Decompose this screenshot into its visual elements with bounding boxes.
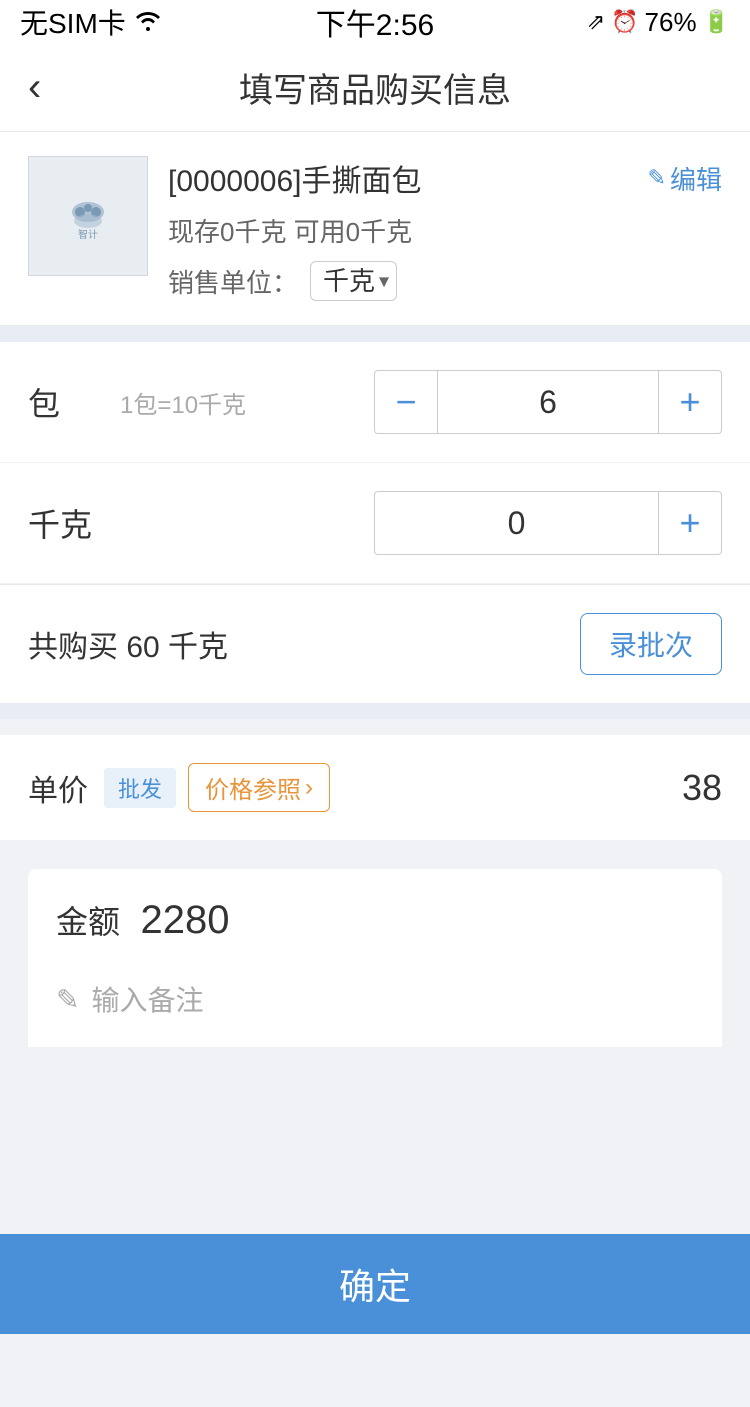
divider-1 (0, 326, 750, 342)
confirm-bar[interactable]: 确定 (0, 1234, 750, 1334)
unit-select-wrap[interactable]: 千克 (310, 261, 397, 301)
price-badge: 批发 (104, 768, 176, 808)
product-name-row: [0000006]手撕面包 ✎ 编辑 (168, 156, 722, 200)
remark-placeholder: 输入备注 (91, 979, 203, 1019)
unit-label: 销售单位： (168, 263, 298, 300)
status-time: 下午2:56 (316, 0, 434, 44)
package-quantity-input[interactable] (438, 370, 658, 434)
unit-select[interactable]: 千克 (310, 261, 397, 301)
carrier-text: 无SIM卡 (20, 2, 126, 42)
package-hint: 1包=10千克 (120, 385, 374, 420)
page-title: 填写商品购买信息 (239, 63, 511, 112)
product-unit-row: 销售单位： 千克 (168, 261, 722, 301)
amount-section: 金额 2280 ✎ 输入备注 (0, 841, 750, 1047)
wifi-icon (134, 6, 162, 38)
divider-2 (0, 703, 750, 719)
battery-icon: 🔋 (703, 9, 730, 35)
price-section: 单价 批发 价格参照 › 38 (0, 735, 750, 841)
price-ref-label: 价格参照 (205, 770, 301, 805)
package-label: 包 (28, 379, 108, 425)
remark-row[interactable]: ✎ 输入备注 (28, 963, 722, 1047)
product-name: [0000006]手撕面包 (168, 156, 421, 200)
status-bar: 无SIM卡 下午2:56 ⇗ ⏰ 76% 🔋 (0, 0, 750, 44)
kg-label: 千克 (28, 500, 108, 546)
pencil-icon: ✎ (56, 983, 79, 1016)
amount-row: 金额 2280 (28, 869, 722, 963)
location-icon: ⇗ (587, 9, 605, 35)
battery-text: 76% (645, 7, 697, 38)
product-stock: 现存0千克 可用0千克 (168, 212, 722, 249)
summary-row: 共购买 60 千克 录批次 (0, 584, 750, 703)
edit-button[interactable]: ✎ 编辑 (648, 160, 722, 197)
kg-quantity-input[interactable] (374, 491, 658, 555)
price-ref-button[interactable]: 价格参照 › (188, 763, 330, 812)
amount-label: 金额 (56, 904, 120, 940)
kg-quantity-row: 千克 + (0, 463, 750, 584)
price-label: 单价 (28, 766, 88, 810)
package-quantity-control: − + (374, 370, 722, 434)
edit-label: 编辑 (670, 160, 722, 197)
edit-icon: ✎ (648, 165, 666, 191)
product-section: 智计 [0000006]手撕面包 ✎ 编辑 现存0千克 可用0千克 销售单位： … (0, 132, 750, 326)
package-increment-button[interactable]: + (658, 370, 722, 434)
kg-increment-button[interactable]: + (658, 491, 722, 555)
product-info: [0000006]手撕面包 ✎ 编辑 现存0千克 可用0千克 销售单位： 千克 (168, 156, 722, 301)
package-decrement-button[interactable]: − (374, 370, 438, 434)
svg-text:智计: 智计 (78, 228, 98, 241)
package-quantity-row: 包 1包=10千克 − + (0, 342, 750, 463)
empty-area (0, 1047, 750, 1407)
status-right: ⇗ ⏰ 76% 🔋 (587, 7, 730, 38)
alarm-icon: ⏰ (611, 9, 638, 35)
price-ref-chevron: › (305, 774, 313, 802)
back-button[interactable]: ‹ (28, 65, 41, 110)
confirm-button[interactable]: 确定 (339, 1258, 411, 1310)
summary-text: 共购买 60 千克 (28, 622, 228, 666)
kg-quantity-control: + (374, 491, 722, 555)
quantity-section: 包 1包=10千克 − + 千克 + 共购买 60 千克 录批次 (0, 342, 750, 703)
product-image: 智计 (28, 156, 148, 276)
batch-button[interactable]: 录批次 (580, 613, 722, 675)
amount-value: 2280 (140, 898, 229, 942)
nav-bar: ‹ 填写商品购买信息 (0, 44, 750, 132)
price-value: 38 (682, 767, 722, 809)
status-left: 无SIM卡 (20, 2, 162, 42)
